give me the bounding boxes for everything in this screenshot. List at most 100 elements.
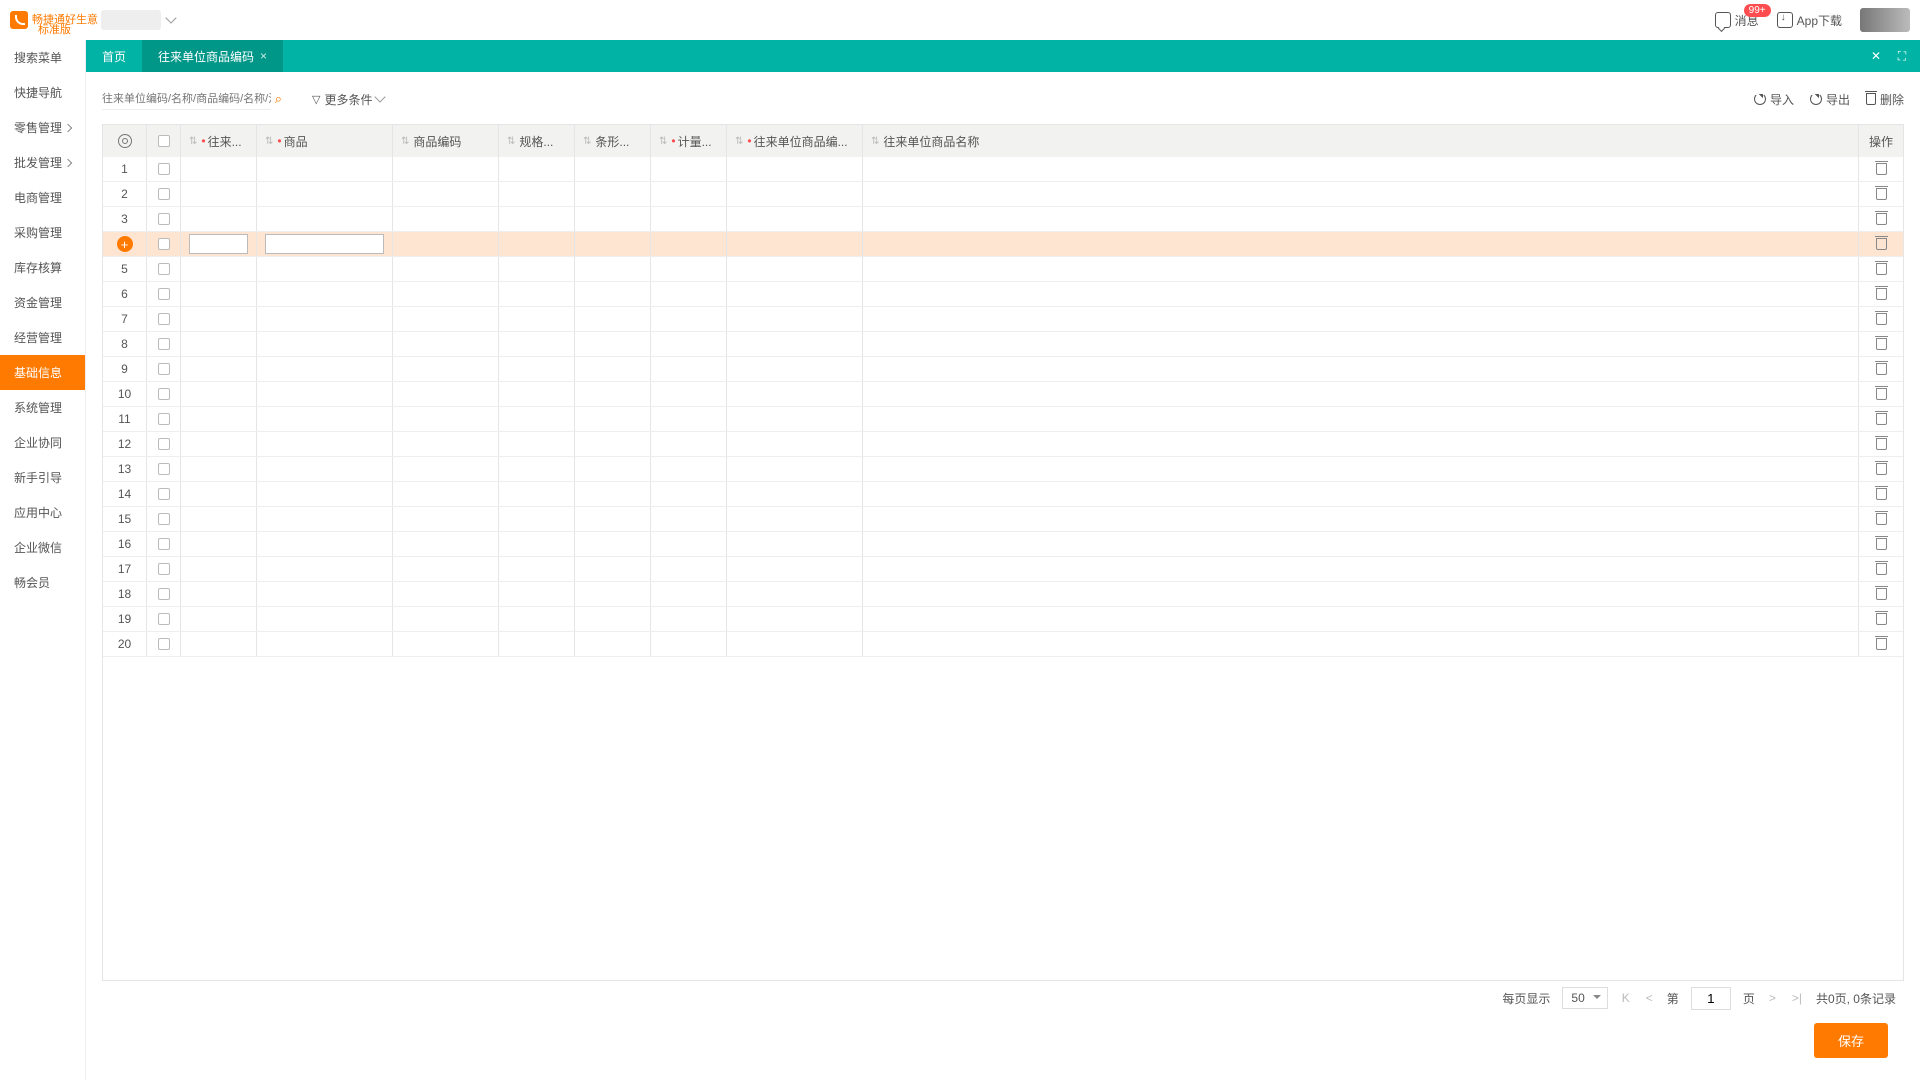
cell-e[interactable] — [575, 157, 651, 181]
row-checkbox[interactable] — [147, 507, 181, 531]
table-row[interactable]: 20 — [103, 632, 1903, 657]
search-icon[interactable]: ⌕ — [275, 91, 282, 107]
cell-f[interactable] — [651, 157, 727, 181]
cell-e[interactable] — [575, 557, 651, 581]
sidebar-item-4[interactable]: 电商管理 — [0, 180, 85, 215]
column-partner-code[interactable]: •往来单位商品编... — [727, 125, 863, 157]
cell-b[interactable] — [257, 207, 393, 231]
row-checkbox[interactable] — [147, 232, 181, 256]
import-button[interactable]: 导入 — [1754, 91, 1794, 108]
cell-h[interactable] — [863, 482, 1859, 506]
cell-b[interactable] — [257, 257, 393, 281]
cell-a[interactable] — [181, 482, 257, 506]
cell-a[interactable] — [181, 607, 257, 631]
column-select-all[interactable] — [147, 125, 181, 157]
cell-f[interactable] — [651, 357, 727, 381]
cell-g[interactable] — [727, 507, 863, 531]
table-row[interactable]: + — [103, 232, 1903, 257]
cell-c[interactable] — [393, 382, 499, 406]
table-row[interactable]: 18 — [103, 582, 1903, 607]
save-button[interactable]: 保存 — [1814, 1023, 1888, 1058]
sidebar-item-3[interactable]: 批发管理 — [0, 145, 85, 180]
row-checkbox[interactable] — [147, 332, 181, 356]
cell-h[interactable] — [863, 557, 1859, 581]
row-delete[interactable] — [1859, 232, 1903, 256]
column-spec[interactable]: 规格... — [499, 125, 575, 157]
cell-g[interactable] — [727, 257, 863, 281]
row-delete[interactable] — [1859, 582, 1903, 606]
cell-c[interactable] — [393, 407, 499, 431]
cell-a[interactable] — [181, 382, 257, 406]
cell-e[interactable] — [575, 582, 651, 606]
cell-g[interactable] — [727, 407, 863, 431]
user-avatar[interactable] — [1860, 8, 1910, 32]
cell-f[interactable] — [651, 482, 727, 506]
column-settings[interactable] — [103, 125, 147, 157]
row-checkbox[interactable] — [147, 407, 181, 431]
cell-h[interactable] — [863, 432, 1859, 456]
tab-home[interactable]: 首页 — [86, 40, 142, 72]
cell-h[interactable] — [863, 232, 1859, 256]
cell-g[interactable] — [727, 382, 863, 406]
table-row[interactable]: 6 — [103, 282, 1903, 307]
cell-f[interactable] — [651, 457, 727, 481]
row-checkbox[interactable] — [147, 157, 181, 181]
column-product-code[interactable]: 商品编码 — [393, 125, 499, 157]
cell-e[interactable] — [575, 307, 651, 331]
cell-d[interactable] — [499, 332, 575, 356]
cell-h[interactable] — [863, 282, 1859, 306]
cell-e[interactable] — [575, 282, 651, 306]
cell-c[interactable] — [393, 607, 499, 631]
cell-b[interactable] — [257, 607, 393, 631]
cell-b[interactable] — [257, 357, 393, 381]
cell-h[interactable] — [863, 207, 1859, 231]
cell-c[interactable] — [393, 557, 499, 581]
cell-b[interactable] — [257, 582, 393, 606]
row-checkbox[interactable] — [147, 257, 181, 281]
cell-d[interactable] — [499, 232, 575, 256]
cell-h[interactable] — [863, 457, 1859, 481]
cell-d[interactable] — [499, 607, 575, 631]
cell-h[interactable] — [863, 157, 1859, 181]
table-row[interactable]: 13 — [103, 457, 1903, 482]
cell-f[interactable] — [651, 607, 727, 631]
cell-c[interactable] — [393, 582, 499, 606]
row-checkbox[interactable] — [147, 432, 181, 456]
table-row[interactable]: 11 — [103, 407, 1903, 432]
row-checkbox[interactable] — [147, 182, 181, 206]
cell-c[interactable] — [393, 332, 499, 356]
table-row[interactable]: 9 — [103, 357, 1903, 382]
row-checkbox[interactable] — [147, 357, 181, 381]
cell-a[interactable] — [181, 282, 257, 306]
perpage-select[interactable]: 50 — [1562, 987, 1607, 1009]
row-checkbox[interactable] — [147, 382, 181, 406]
row-checkbox[interactable] — [147, 307, 181, 331]
cell-b[interactable] — [257, 382, 393, 406]
cell-e[interactable] — [575, 357, 651, 381]
cell-e[interactable] — [575, 457, 651, 481]
row-delete[interactable] — [1859, 257, 1903, 281]
cell-d[interactable] — [499, 507, 575, 531]
cell-b[interactable] — [257, 157, 393, 181]
cell-h[interactable] — [863, 257, 1859, 281]
cell-d[interactable] — [499, 257, 575, 281]
cell-a[interactable] — [181, 632, 257, 656]
cell-d[interactable] — [499, 482, 575, 506]
search-input[interactable] — [102, 89, 271, 110]
cell-g[interactable] — [727, 282, 863, 306]
row-delete[interactable] — [1859, 482, 1903, 506]
row-delete[interactable] — [1859, 432, 1903, 456]
page-prev[interactable]: < — [1644, 991, 1655, 1005]
delete-button[interactable]: 删除 — [1866, 91, 1904, 108]
tab-current[interactable]: 往来单位商品编码 × — [142, 40, 283, 72]
table-row[interactable]: 12 — [103, 432, 1903, 457]
cell-d[interactable] — [499, 582, 575, 606]
row-delete[interactable] — [1859, 357, 1903, 381]
column-product[interactable]: •商品 — [257, 125, 393, 157]
cell-d[interactable] — [499, 282, 575, 306]
sidebar-item-11[interactable]: 企业协同 — [0, 425, 85, 460]
sidebar-item-13[interactable]: 应用中心 — [0, 495, 85, 530]
cell-b[interactable] — [257, 307, 393, 331]
cell-g[interactable] — [727, 182, 863, 206]
cell-g[interactable] — [727, 307, 863, 331]
